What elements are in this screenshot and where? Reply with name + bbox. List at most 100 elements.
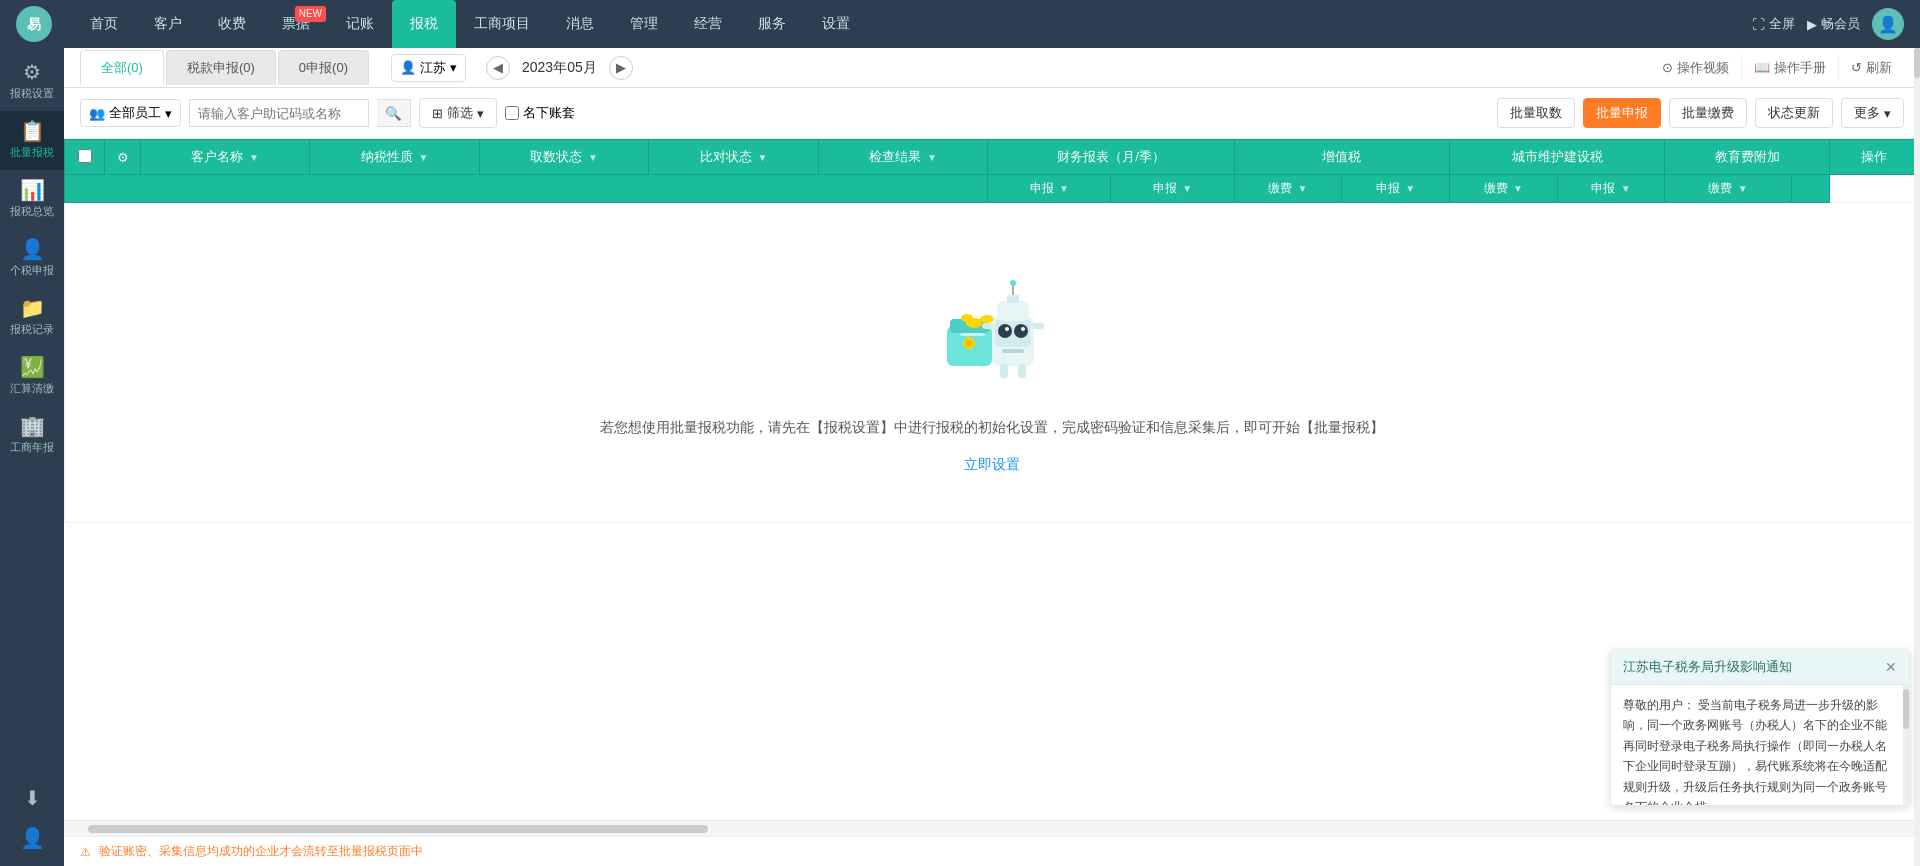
nav-service[interactable]: 服务 — [740, 0, 804, 48]
new-badge: NEW — [295, 6, 326, 22]
horizontal-scrollbar[interactable] — [64, 820, 1920, 836]
tab-zero-declare[interactable]: 0申报(0) — [278, 50, 369, 85]
more-btn[interactable]: 更多 ▾ — [1841, 98, 1904, 128]
employee-select[interactable]: 👥 全部员工 ▾ — [80, 99, 181, 127]
vat-declare-sub: 申报 ▼ — [1111, 175, 1234, 203]
search-input[interactable] — [189, 99, 369, 127]
refresh-icon: ↺ — [1851, 60, 1862, 75]
nav-client[interactable]: 客户 — [136, 0, 200, 48]
batch-tax-icon: 📋 — [20, 121, 45, 141]
top-actions: ⊙ 操作视频 📖 操作手册 ↺ 刷新 — [1650, 55, 1904, 81]
city-declare-filter[interactable]: ▼ — [1405, 183, 1415, 194]
batch-get-btn[interactable]: 批量取数 — [1497, 98, 1575, 128]
chevron-down-icon: ▾ — [450, 60, 457, 75]
financial-report-header: 财务报表（月/季） — [988, 140, 1234, 175]
tax-nature-filter-icon[interactable]: ▼ — [419, 152, 429, 163]
logo[interactable]: 易 — [16, 6, 52, 42]
svg-rect-22 — [1032, 323, 1044, 329]
svg-rect-24 — [1018, 364, 1026, 378]
nav-business[interactable]: 工商项目 — [456, 0, 548, 48]
employee-dropdown-icon: ▾ — [165, 106, 172, 121]
nav-home[interactable]: 首页 — [72, 0, 136, 48]
manual-action[interactable]: 📖 操作手册 — [1742, 55, 1839, 81]
select-all-checkbox[interactable] — [78, 149, 92, 163]
svg-rect-4 — [960, 333, 985, 336]
date-navigation: ◀ 2023年05月 ▶ — [486, 56, 633, 80]
status-bar: ⚠ 验证账密、采集信息均成功的企业才会流转至批量报税页面中 — [64, 836, 1920, 866]
empty-state-cell: 若您想使用批量报税功能，请先在【报税设置】中进行报税的初始化设置，完成密码验证和… — [65, 203, 1920, 523]
date-next-btn[interactable]: ▶ — [609, 56, 633, 80]
get-status-filter-icon[interactable]: ▼ — [588, 152, 598, 163]
empty-state: 若您想使用批量报税功能，请先在【报税设置】中进行报税的初始化设置，完成密码验证和… — [75, 211, 1909, 514]
vat-pay-filter[interactable]: ▼ — [1298, 183, 1308, 194]
more-dropdown-icon: ▾ — [1884, 106, 1891, 121]
data-table: ⚙ 客户名称 ▼ 纳税性质 ▼ 取数状态 ▼ 比对状态 ▼ — [64, 139, 1920, 523]
nav-manage[interactable]: 管理 — [612, 0, 676, 48]
edu-pay-filter[interactable]: ▼ — [1738, 183, 1748, 194]
manual-icon: 📖 — [1754, 60, 1770, 75]
user-avatar[interactable]: 👤 — [1872, 8, 1904, 40]
nav-tax[interactable]: 报税 — [392, 0, 456, 48]
name-set-checkbox[interactable] — [505, 106, 519, 120]
overview-icon: 📊 — [20, 180, 45, 200]
robot-illustration — [932, 271, 1052, 391]
client-filter-icon[interactable]: ▼ — [249, 152, 259, 163]
batch-pay-btn[interactable]: 批量缴费 — [1669, 98, 1747, 128]
sidebar-item-annual-report[interactable]: 🏢 工商年报 — [0, 406, 64, 465]
vat-pay-header: 缴费 ▼ — [1234, 175, 1342, 203]
nav-fee[interactable]: 收费 — [200, 0, 264, 48]
nav-message[interactable]: 消息 — [548, 0, 612, 48]
svg-text:易: 易 — [27, 16, 41, 32]
tab-all[interactable]: 全部(0) — [80, 50, 164, 85]
sidebar-item-batch-tax[interactable]: 📋 批量报税 — [0, 111, 64, 170]
sidebar-item-tax-overview[interactable]: 📊 报税总览 — [0, 170, 64, 229]
right-scrollbar[interactable] — [1914, 48, 1920, 866]
city-pay-filter[interactable]: ▼ — [1513, 183, 1523, 194]
name-set-label[interactable]: 名下账套 — [505, 104, 575, 122]
sidebar-item-user[interactable]: 👤 — [0, 818, 64, 858]
edu-declare-filter[interactable]: ▼ — [1621, 183, 1631, 194]
status-text: 验证账密、采集信息均成功的企业才会流转至批量报税页面中 — [99, 843, 423, 860]
nav-operation[interactable]: 经营 — [676, 0, 740, 48]
province-select[interactable]: 👤 江苏 ▾ — [391, 54, 466, 82]
video-action[interactable]: ⊙ 操作视频 — [1650, 55, 1742, 81]
video-icon: ⊙ — [1662, 60, 1673, 75]
sidebar-item-tax-settings[interactable]: ⚙ 报税设置 — [0, 52, 64, 111]
tab-tax-declare[interactable]: 税款申报(0) — [166, 50, 276, 85]
nav-settings[interactable]: 设置 — [804, 0, 868, 48]
city-pay-header: 缴费 ▼ — [1449, 175, 1557, 203]
filter-icon: ⊞ — [432, 106, 443, 121]
vat-header: 增值税 — [1234, 140, 1449, 175]
search-button[interactable]: 🔍 — [377, 99, 411, 127]
date-prev-btn[interactable]: ◀ — [486, 56, 510, 80]
notification-scrollbar[interactable] — [1903, 685, 1909, 805]
setup-link[interactable]: 立即设置 — [964, 456, 1020, 474]
check-filter-icon[interactable]: ▼ — [927, 152, 937, 163]
svg-point-8 — [980, 315, 994, 323]
sidebar-item-tax-record[interactable]: 📁 报税记录 — [0, 288, 64, 347]
vat-declare-filter[interactable]: ▼ — [1182, 183, 1192, 194]
notification-close-btn[interactable]: ✕ — [1885, 659, 1897, 675]
nav-accounting[interactable]: 记账 — [328, 0, 392, 48]
sidebar-item-personal-tax[interactable]: 👤 个税申报 — [0, 229, 64, 288]
member-btn[interactable]: ▶ 畅会员 — [1807, 15, 1860, 33]
refresh-action[interactable]: ↺ 刷新 — [1839, 55, 1904, 81]
right-scrollbar-thumb — [1914, 48, 1920, 78]
warning-icon: ⚠ — [80, 845, 91, 859]
notification-header: 江苏电子税务局升级影响通知 ✕ — [1611, 650, 1909, 685]
record-icon: 📁 — [20, 298, 45, 318]
sidebar-item-annual-settlement[interactable]: 💹 汇算清缴 — [0, 347, 64, 406]
empty-main-text: 若您想使用批量报税功能，请先在【报税设置】中进行报税的初始化设置，完成密码验证和… — [600, 415, 1384, 440]
fullscreen-btn[interactable]: ⛶ 全屏 — [1752, 15, 1795, 33]
compare-filter-icon[interactable]: ▼ — [758, 152, 768, 163]
notification-title: 江苏电子税务局升级影响通知 — [1623, 658, 1792, 676]
scrollbar-thumb[interactable] — [88, 825, 708, 833]
sidebar-item-download[interactable]: ⬇ — [0, 778, 64, 818]
batch-declare-btn[interactable]: 批量申报 — [1583, 98, 1661, 128]
svg-rect-20 — [1002, 349, 1024, 353]
status-update-btn[interactable]: 状态更新 — [1755, 98, 1833, 128]
fin-declare-filter[interactable]: ▼ — [1059, 183, 1069, 194]
filter-btn[interactable]: ⊞ 筛选 ▾ — [419, 98, 497, 128]
nav-invoice[interactable]: 票据 NEW — [264, 0, 328, 48]
op-sub-header — [1791, 175, 1829, 203]
